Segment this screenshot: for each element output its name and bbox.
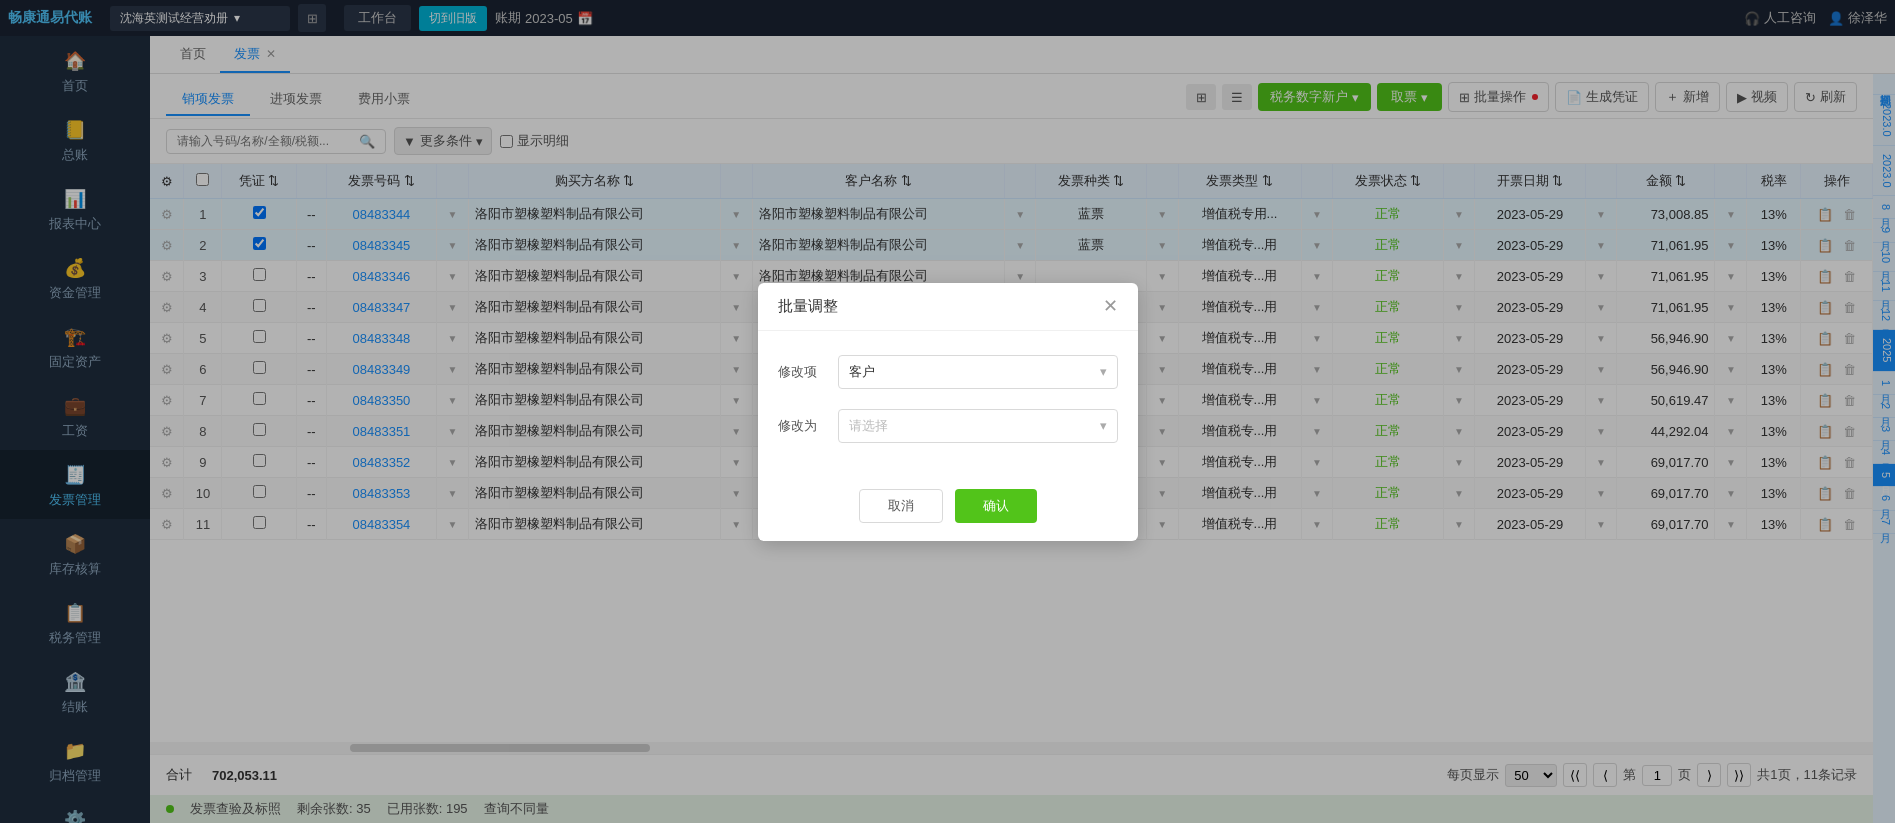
form-row-field: 修改项 客户 ▾ — [778, 355, 1118, 389]
modal-header: 批量调整 ✕ — [758, 283, 1138, 331]
modal-title: 批量调整 — [778, 297, 838, 316]
confirm-button[interactable]: 确认 — [955, 489, 1037, 523]
field-label: 修改项 — [778, 363, 838, 381]
value-select[interactable]: 请选择 ▾ — [838, 409, 1118, 443]
field-value: 客户 — [849, 363, 875, 381]
form-row-value: 修改为 请选择 ▾ — [778, 409, 1118, 443]
field-dropdown-icon: ▾ — [1100, 364, 1107, 379]
modal-close-button[interactable]: ✕ — [1103, 297, 1118, 315]
value-placeholder: 请选择 — [849, 417, 888, 435]
cancel-button[interactable]: 取消 — [859, 489, 943, 523]
value-label: 修改为 — [778, 417, 838, 435]
modal-body: 修改项 客户 ▾ 修改为 请选择 ▾ — [758, 331, 1138, 479]
batch-adjust-modal: 批量调整 ✕ 修改项 客户 ▾ 修改为 请选择 ▾ 取消 确认 — [758, 283, 1138, 541]
value-dropdown-icon: ▾ — [1100, 418, 1107, 433]
modal-overlay: 批量调整 ✕ 修改项 客户 ▾ 修改为 请选择 ▾ 取消 确认 — [0, 0, 1895, 823]
modal-footer: 取消 确认 — [758, 479, 1138, 541]
field-select[interactable]: 客户 ▾ — [838, 355, 1118, 389]
